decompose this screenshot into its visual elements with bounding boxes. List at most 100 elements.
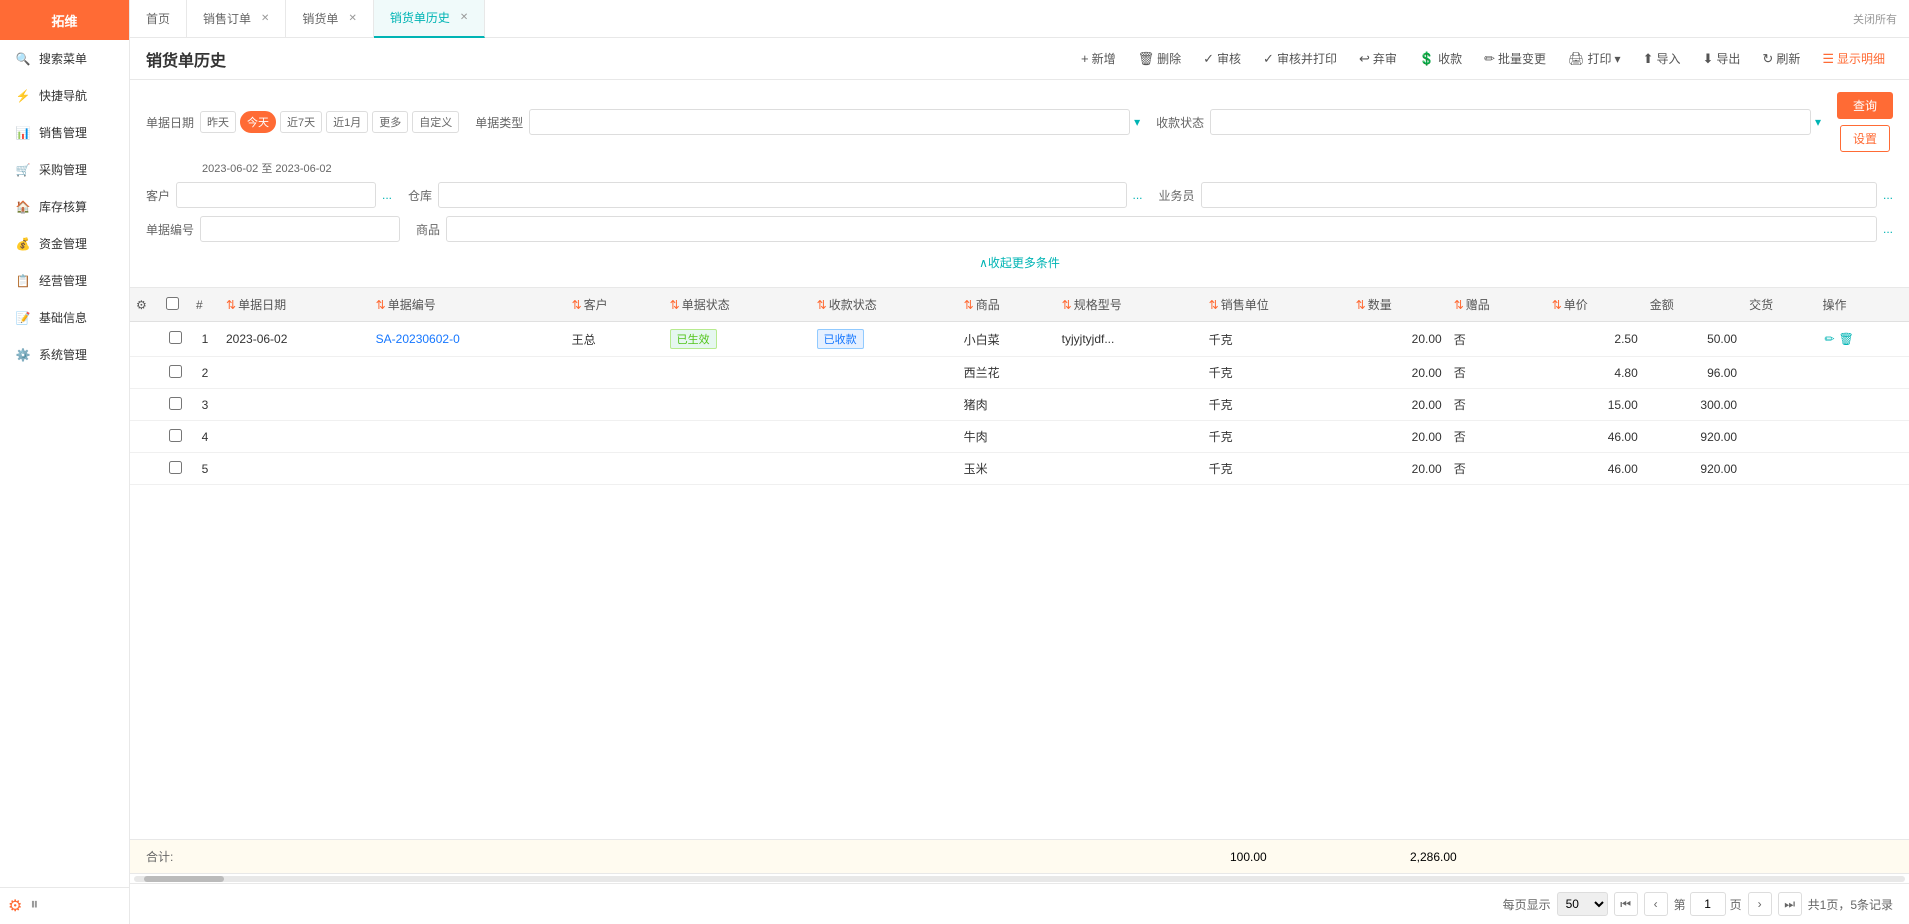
horizontal-scrollbar[interactable] (130, 873, 1909, 883)
th-doc-no[interactable]: ⇅单据编号 (370, 288, 566, 322)
row-product: 西兰花 (958, 357, 1056, 389)
row-doc-no[interactable] (370, 421, 566, 453)
print-button[interactable]: 🖨 打印 ▾ (1560, 46, 1629, 71)
doc-num-input[interactable] (200, 216, 400, 242)
th-qty[interactable]: ⇅数量 (1350, 288, 1448, 322)
page-num-input[interactable] (1690, 892, 1726, 916)
sidebar-collapse-icon[interactable]: ⏸ (30, 896, 38, 916)
approve-button[interactable]: ✓ 审核 (1195, 46, 1249, 71)
op-btn[interactable]: 🗑 (1839, 332, 1854, 346)
product-ellipsis[interactable]: ... (1883, 222, 1893, 236)
row-checkbox[interactable] (160, 421, 190, 453)
tab-sales-order-close[interactable]: ✕ (261, 13, 269, 24)
date-tab-7days[interactable]: 近7天 (280, 111, 322, 133)
date-tab-custom[interactable]: 自定义 (412, 111, 459, 133)
tab-sales-history-close[interactable]: ✕ (460, 12, 468, 23)
th-payment-status[interactable]: ⇅收款状态 (811, 288, 958, 322)
select-all-checkbox[interactable] (166, 297, 179, 310)
import-button[interactable]: ⬆ 导入 (1635, 46, 1689, 71)
th-product[interactable]: ⇅商品 (958, 288, 1056, 322)
tab-close-all[interactable]: 关闭所有 (1841, 11, 1909, 27)
th-sales-unit[interactable]: ⇅销售单位 (1203, 288, 1350, 322)
th-customer[interactable]: ⇅客户 (566, 288, 664, 322)
sidebar-item-basic-info[interactable]: 📝 基础信息 (0, 299, 129, 336)
th-doc-date[interactable]: ⇅单据日期 (220, 288, 370, 322)
sidebar-item-finance[interactable]: 💰 资金管理 (0, 225, 129, 262)
doc-type-dropdown-icon[interactable]: ▾ (1134, 115, 1140, 129)
first-page-btn[interactable]: ⏮ (1614, 892, 1638, 916)
date-tab-more[interactable]: 更多 (372, 111, 408, 133)
payment-status-input[interactable] (1210, 109, 1811, 135)
row-checkbox[interactable] (160, 322, 190, 357)
date-tab-today[interactable]: 今天 (240, 111, 276, 133)
payment-icon: 💲 (1419, 51, 1435, 67)
tab-sales-history[interactable]: 销货单历史 ✕ (374, 0, 485, 38)
row-checkbox[interactable] (160, 389, 190, 421)
row-select-checkbox[interactable] (169, 365, 182, 378)
warehouse-ellipsis[interactable]: ... (1133, 188, 1143, 202)
tab-sales-order[interactable]: 销售订单 ✕ (187, 0, 286, 38)
customer-ellipsis[interactable]: ... (382, 188, 392, 202)
th-gift[interactable]: ⇅赠品 (1448, 288, 1546, 322)
tab-home[interactable]: 首页 (130, 0, 187, 38)
filter-collapse[interactable]: ∧ 收起更多条件 (146, 250, 1893, 275)
payment-button[interactable]: 💲 收款 (1411, 46, 1470, 71)
date-range: 昨天 今天 近7天 近1月 更多 自定义 (200, 111, 459, 133)
row-select-checkbox[interactable] (169, 429, 182, 442)
date-tab-1month[interactable]: 近1月 (326, 111, 368, 133)
revoke-button[interactable]: ↩ 弃审 (1351, 46, 1405, 71)
op-btn[interactable]: ✏ (1825, 332, 1835, 346)
payment-status-dropdown-icon[interactable]: ▾ (1815, 115, 1821, 129)
approve-print-button[interactable]: ✓ 审核并打印 (1255, 46, 1345, 71)
next-page-btn[interactable]: › (1748, 892, 1772, 916)
th-spec[interactable]: ⇅规格型号 (1056, 288, 1203, 322)
product-input[interactable] (446, 216, 1877, 242)
sidebar-item-search-menu[interactable]: 🔍 搜索菜单 (0, 40, 129, 77)
sidebar-item-purchase-mgmt[interactable]: 🛒 采购管理 (0, 151, 129, 188)
refresh-button[interactable]: ↻ 刷新 (1754, 46, 1808, 71)
row-checkbox[interactable] (160, 453, 190, 485)
customer-input[interactable] (176, 182, 376, 208)
th-checkbox[interactable] (160, 288, 190, 322)
row-doc-no[interactable] (370, 389, 566, 421)
doc-type-input[interactable] (529, 109, 1130, 135)
row-select-checkbox[interactable] (169, 397, 182, 410)
new-button[interactable]: + 新增 (1073, 46, 1124, 71)
row-doc-no[interactable] (370, 357, 566, 389)
batch-change-button[interactable]: ✏ 批量变更 (1476, 46, 1554, 71)
sidebar-item-operation[interactable]: 📋 经营管理 (0, 262, 129, 299)
row-checkbox[interactable] (160, 357, 190, 389)
last-page-btn[interactable]: ⏭ (1778, 892, 1802, 916)
export-button[interactable]: ⬇ 导出 (1694, 46, 1748, 71)
sidebar-item-quick-nav[interactable]: ⚡ 快捷导航 (0, 77, 129, 114)
per-page-select[interactable]: 10 20 50 100 (1557, 892, 1608, 916)
row-select-checkbox[interactable] (169, 461, 182, 474)
prev-page-btn[interactable]: ‹ (1644, 892, 1668, 916)
delete-button[interactable]: 🗑 删除 (1130, 46, 1190, 71)
doc-num-label: 单据编号 (146, 221, 194, 238)
salesperson-ellipsis[interactable]: ... (1883, 188, 1893, 202)
setting-button[interactable]: 设置 (1840, 125, 1890, 152)
sidebar-item-inventory[interactable]: 🏠 库存核算 (0, 188, 129, 225)
row-doc-no[interactable] (370, 453, 566, 485)
row-doc-no[interactable]: SA-20230602-0 (370, 322, 566, 357)
tab-sales-delivery[interactable]: 销货单 ✕ (286, 0, 373, 38)
new-label: 新增 (1092, 50, 1116, 67)
show-detail-button[interactable]: ☰ 显示明细 (1814, 46, 1893, 71)
scrollbar-track[interactable] (134, 876, 1905, 882)
salesperson-input[interactable] (1201, 182, 1877, 208)
sidebar-item-system-mgmt[interactable]: ⚙️ 系统管理 (0, 336, 129, 373)
sidebar-bottom: ⚙ ⏸ (0, 887, 129, 924)
th-gear[interactable]: ⚙ (130, 288, 160, 322)
warehouse-input[interactable] (438, 182, 1126, 208)
sidebar-item-sales-mgmt[interactable]: 📊 销售管理 (0, 114, 129, 151)
gear-icon: ⚙️ (15, 347, 31, 363)
th-unit-price[interactable]: ⇅单价 (1546, 288, 1644, 322)
tab-sales-delivery-close[interactable]: ✕ (348, 13, 356, 24)
date-tab-yesterday[interactable]: 昨天 (200, 111, 236, 133)
sidebar-settings-icon[interactable]: ⚙ (8, 896, 22, 916)
search-button[interactable]: 查询 (1837, 92, 1893, 119)
scrollbar-thumb[interactable] (144, 876, 224, 882)
th-doc-status[interactable]: ⇅单据状态 (664, 288, 811, 322)
row-select-checkbox[interactable] (169, 331, 182, 344)
